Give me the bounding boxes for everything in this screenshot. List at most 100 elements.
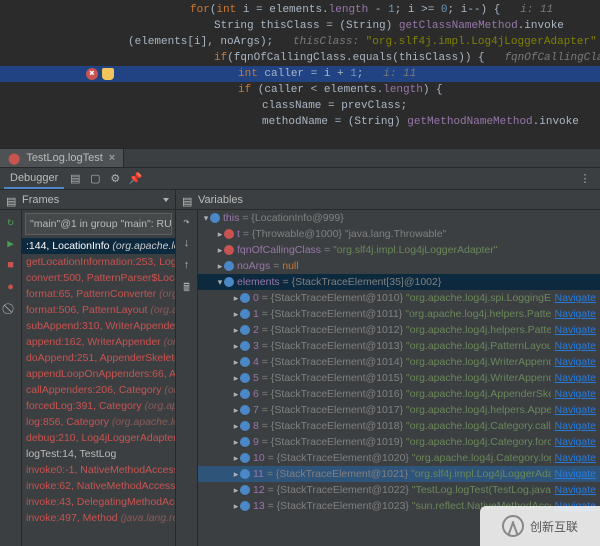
debug-session-tab[interactable]: ⬤ TestLog.logTest ×: [0, 149, 124, 167]
navigate-link[interactable]: Navigate: [555, 306, 596, 322]
code-line[interactable]: if(fqnOfCallingClass.equals(thisClass)) …: [0, 50, 600, 66]
frame-row[interactable]: :144, LocationInfo (org.apache.log4j.spi…: [22, 238, 175, 254]
expand-icon[interactable]: [232, 338, 240, 354]
frame-row[interactable]: getLocationInformation:253, LoggingEvent…: [22, 254, 175, 270]
expand-icon[interactable]: [216, 274, 224, 290]
expand-icon[interactable]: [232, 466, 240, 482]
frame-row[interactable]: invoke0:-1, NativeMethodAccessorImpl (su…: [22, 462, 175, 478]
expand-icon[interactable]: [232, 306, 240, 322]
frame-row[interactable]: invoke:43, DelegatingMethodAccessorImpl …: [22, 494, 175, 510]
expand-icon[interactable]: [202, 210, 210, 226]
frame-row[interactable]: append:162, WriterAppender (org.apache.l…: [22, 334, 175, 350]
array-element-row[interactable]: 5 = {StackTraceElement@1015} "org.apache…: [198, 370, 600, 386]
more-icon[interactable]: ⋮: [576, 170, 594, 188]
code-line[interactable]: ✖int caller = i + 1; i: 11: [0, 66, 600, 82]
debug-tabbar: ⬤ TestLog.logTest ×: [0, 148, 600, 168]
step-into-icon[interactable]: ↓: [179, 236, 195, 252]
rerun-icon[interactable]: ↻: [3, 214, 19, 230]
chevron-down-icon[interactable]: [163, 198, 169, 202]
navigate-link[interactable]: Navigate: [555, 434, 596, 450]
debugger-tab[interactable]: Debugger: [4, 168, 64, 189]
navigate-link[interactable]: Navigate: [555, 466, 596, 482]
code-editor[interactable]: for(int i = elements.length - 1; i >= 0;…: [0, 0, 600, 148]
code-line[interactable]: (elements[i], noArgs); thisClass: "org.s…: [0, 34, 600, 50]
navigate-link[interactable]: Navigate: [555, 386, 596, 402]
frame-row[interactable]: appendLoopOnAppenders:66, AppenderAttach…: [22, 366, 175, 382]
frame-row[interactable]: debug:210, Log4jLoggerAdapter (org.slf4j…: [22, 430, 175, 446]
step-over-icon[interactable]: ↷: [179, 214, 195, 230]
code-line[interactable]: methodName = (String) getMethodNameMetho…: [0, 114, 600, 130]
settings-icon[interactable]: ⚙: [106, 170, 124, 188]
navigate-link[interactable]: Navigate: [555, 322, 596, 338]
array-element-row[interactable]: 10 = {StackTraceElement@1020} "org.apach…: [198, 450, 600, 466]
frame-row[interactable]: logTest:14, TestLog: [22, 446, 175, 462]
step-out-icon[interactable]: ↑: [179, 258, 195, 274]
code-line[interactable]: className = prevClass;: [0, 98, 600, 114]
array-element-row[interactable]: 8 = {StackTraceElement@1018} "org.apache…: [198, 418, 600, 434]
frame-row[interactable]: callAppenders:206, Category (org.apache.…: [22, 382, 175, 398]
expand-icon[interactable]: [216, 242, 224, 258]
navigate-link[interactable]: Navigate: [555, 482, 596, 498]
array-element-row[interactable]: 4 = {StackTraceElement@1014} "org.apache…: [198, 354, 600, 370]
expand-icon[interactable]: [216, 226, 224, 242]
array-element-row[interactable]: 6 = {StackTraceElement@1016} "org.apache…: [198, 386, 600, 402]
mute-breakpoints-icon[interactable]: ⃠: [3, 302, 19, 318]
array-element-row[interactable]: 12 = {StackTraceElement@1022} "TestLog.l…: [198, 482, 600, 498]
array-element-row[interactable]: 11 = {StackTraceElement@1021} "org.slf4j…: [198, 466, 600, 482]
expand-icon[interactable]: [232, 498, 240, 514]
code-line[interactable]: if (caller < elements.length) {: [0, 82, 600, 98]
frame-row[interactable]: subAppend:310, WriterAppender (org.apach…: [22, 318, 175, 334]
expand-icon[interactable]: [232, 370, 240, 386]
navigate-link[interactable]: Navigate: [555, 290, 596, 306]
variable-row[interactable]: this = {LocationInfo@999}: [198, 210, 600, 226]
resume-icon[interactable]: ▶: [3, 236, 19, 252]
frame-row[interactable]: format:65, PatternConverter (org.apache.…: [22, 286, 175, 302]
array-element-row[interactable]: 3 = {StackTraceElement@1013} "org.apache…: [198, 338, 600, 354]
bulb-icon[interactable]: [102, 68, 114, 80]
restore-layout-icon[interactable]: ▢: [86, 170, 104, 188]
variables-panel[interactable]: this = {LocationInfo@999}t = {Throwable@…: [198, 210, 600, 546]
threads-icon[interactable]: ▤: [66, 170, 84, 188]
expand-icon[interactable]: [232, 418, 240, 434]
close-icon[interactable]: ×: [109, 152, 115, 164]
code-line[interactable]: String thisClass = (String) getClassName…: [0, 18, 600, 34]
expand-icon[interactable]: [232, 322, 240, 338]
stop-icon[interactable]: ■: [3, 258, 19, 274]
frame-row[interactable]: invoke:62, NativeMethodAccessorImpl (sun…: [22, 478, 175, 494]
frame-row[interactable]: doAppend:251, AppenderSkeleton (org.apac…: [22, 350, 175, 366]
evaluate-icon[interactable]: 🖩: [179, 280, 195, 296]
code-line[interactable]: for(int i = elements.length - 1; i >= 0;…: [0, 2, 600, 18]
variable-row[interactable]: noArgs = null: [198, 258, 600, 274]
frame-row[interactable]: log:856, Category (org.apache.log4j): [22, 414, 175, 430]
expand-icon[interactable]: [232, 354, 240, 370]
expand-icon[interactable]: [232, 386, 240, 402]
array-element-row[interactable]: 7 = {StackTraceElement@1017} "org.apache…: [198, 402, 600, 418]
frames-panel[interactable]: "main"@1 in group "main": RU… :144, Loca…: [22, 210, 176, 546]
expand-icon[interactable]: [232, 482, 240, 498]
frame-row[interactable]: convert:500, PatternParser$LocationPatte…: [22, 270, 175, 286]
navigate-link[interactable]: Navigate: [555, 354, 596, 370]
variable-row[interactable]: elements = {StackTraceElement[35]@1002}: [198, 274, 600, 290]
array-element-row[interactable]: 9 = {StackTraceElement@1019} "org.apache…: [198, 434, 600, 450]
frame-row[interactable]: invoke:497, Method (java.lang.reflect): [22, 510, 175, 526]
expand-icon[interactable]: [232, 434, 240, 450]
expand-icon[interactable]: [216, 258, 224, 274]
navigate-link[interactable]: Navigate: [555, 450, 596, 466]
thread-selector[interactable]: "main"@1 in group "main": RU…: [25, 213, 172, 235]
array-element-row[interactable]: 1 = {StackTraceElement@1011} "org.apache…: [198, 306, 600, 322]
variable-row[interactable]: fqnOfCallingClass = "org.slf4j.impl.Log4…: [198, 242, 600, 258]
navigate-link[interactable]: Navigate: [555, 402, 596, 418]
expand-icon[interactable]: [232, 450, 240, 466]
frame-row[interactable]: forcedLog:391, Category (org.apache.log4…: [22, 398, 175, 414]
view-breakpoints-icon[interactable]: ●: [3, 280, 19, 296]
frame-row[interactable]: format:506, PatternLayout (org.apache.lo…: [22, 302, 175, 318]
array-element-row[interactable]: 0 = {StackTraceElement@1010} "org.apache…: [198, 290, 600, 306]
navigate-link[interactable]: Navigate: [555, 338, 596, 354]
navigate-link[interactable]: Navigate: [555, 418, 596, 434]
expand-icon[interactable]: [232, 290, 240, 306]
expand-icon[interactable]: [232, 402, 240, 418]
pin-icon[interactable]: 📌: [126, 170, 144, 188]
navigate-link[interactable]: Navigate: [555, 370, 596, 386]
array-element-row[interactable]: 2 = {StackTraceElement@1012} "org.apache…: [198, 322, 600, 338]
variable-row[interactable]: t = {Throwable@1000} "java.lang.Throwabl…: [198, 226, 600, 242]
